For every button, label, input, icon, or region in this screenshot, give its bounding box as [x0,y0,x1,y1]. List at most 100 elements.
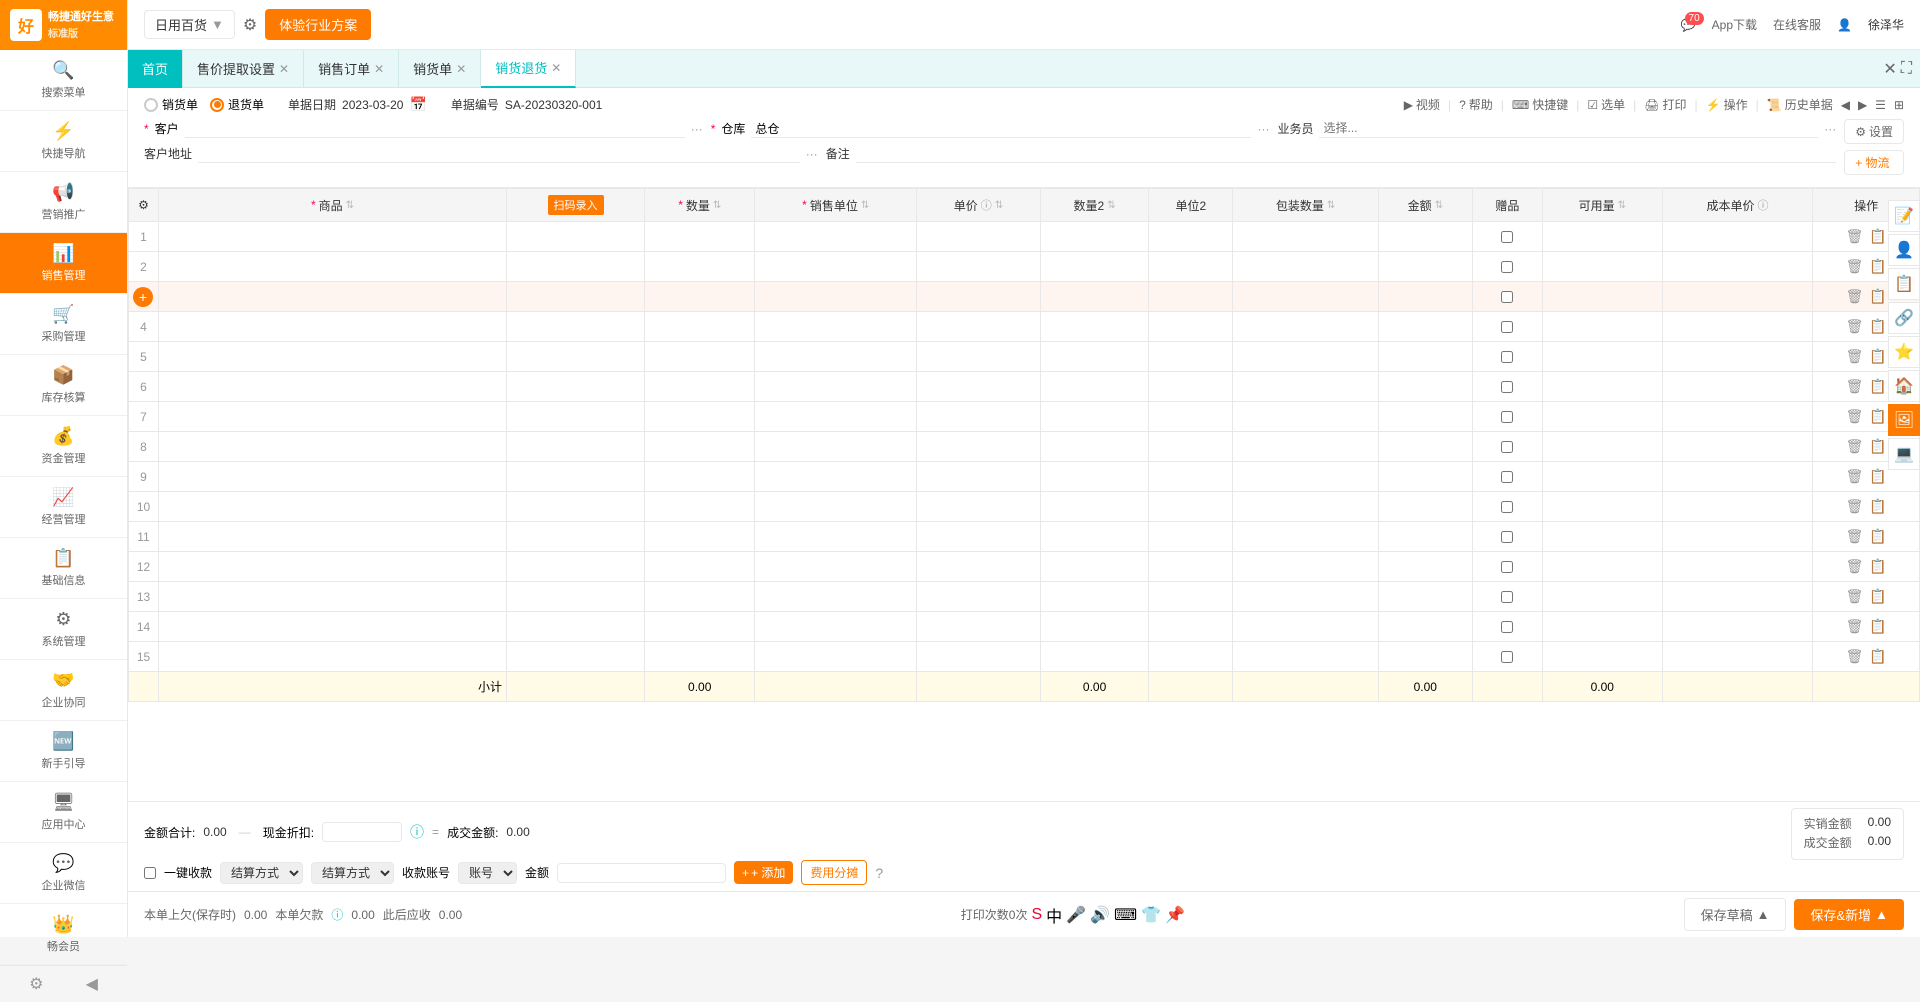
delete-row-button[interactable]: 🗑 [1846,588,1864,605]
copy-row-button[interactable]: 📋 [1869,348,1886,365]
cost-unit-price-cell[interactable] [1662,252,1813,282]
gift-checkbox[interactable] [1501,501,1513,513]
dropdown-arrow-icon[interactable]: ▲ [1757,907,1770,922]
sale-unit-cell[interactable] [755,222,916,252]
delete-row-button[interactable]: 🗑 [1846,408,1864,425]
sidebar-item-appstore[interactable]: 🖥 应用中心 [0,782,127,843]
sale-unit-cell[interactable] [755,252,916,282]
sidebar-item-purchase[interactable]: 🛒 采购管理 [0,294,127,355]
warehouse-input[interactable] [751,119,1251,138]
sidebar-item-marketing[interactable]: 📢 营销推广 [0,172,127,233]
tab-sale-order[interactable]: 销售订单 ✕ [304,50,399,88]
radio-return[interactable]: 退货单 [210,96,264,113]
account-select[interactable]: 账号 [458,862,517,884]
select-btn[interactable]: ☑ 选单 [1587,96,1625,113]
info-icon[interactable]: ⓘ [981,197,992,213]
sort-icon[interactable]: ⇅ [995,200,1003,211]
logistics-button[interactable]: + 物流 [1844,150,1904,175]
sidebar-item-inventory[interactable]: 📦 库存核算 [0,355,127,416]
gift-cell[interactable] [1472,282,1542,312]
right-panel-btn-6[interactable]: 🏠 [1888,370,1920,402]
history-btn[interactable]: 📜 历史单据 [1767,96,1833,113]
pack-qty-cell[interactable] [1233,282,1378,312]
topbar-settings-button[interactable]: ⚙ [243,15,257,35]
settings-bottom-icon[interactable]: ⚙ [29,974,43,994]
quantity2-cell[interactable] [1040,282,1148,312]
payment-amount-input[interactable] [557,863,726,883]
copy-row-button[interactable]: 📋 [1869,588,1886,605]
copy-row-button[interactable]: 📋 [1869,648,1886,665]
delete-row-button[interactable]: 🗑 [1846,468,1864,485]
gift-checkbox[interactable] [1501,591,1513,603]
notification-bell[interactable]: 💬 70 [1681,18,1696,32]
unit2-cell[interactable] [1149,252,1233,282]
copy-row-button[interactable]: 📋 [1869,228,1886,245]
unit-price-cell[interactable] [916,222,1040,252]
sort-icon[interactable]: ⇅ [1435,200,1443,211]
cost-unit-price-cell[interactable] [1662,222,1813,252]
tab-sale-invoice[interactable]: 销货单 ✕ [399,50,481,88]
delete-row-button[interactable]: 🗑 [1846,498,1864,515]
tab-close-icon[interactable]: ✕ [551,61,561,75]
sort-icon[interactable]: ⇅ [1618,200,1626,211]
pack-qty-cell[interactable] [1233,222,1378,252]
info-icon[interactable]: ⓘ [1758,197,1769,213]
sort-icon[interactable]: ⇅ [1107,200,1115,211]
gift-checkbox[interactable] [1501,231,1513,243]
right-panel-btn-5[interactable]: ⭐ [1888,336,1920,368]
copy-row-button[interactable]: 📋 [1869,618,1886,635]
amount-cell[interactable] [1378,222,1472,252]
customer-input[interactable] [185,119,685,138]
pack-qty-cell[interactable] [1233,252,1378,282]
fee-split-button[interactable]: 费用分摊 [801,860,867,885]
right-panel-btn-8[interactable]: 💻 [1888,438,1920,470]
settlement-method-select[interactable]: 结算方式 [220,862,303,884]
amount-cell[interactable] [1378,282,1472,312]
product-cell[interactable] [159,222,507,252]
sidebar-item-system[interactable]: ⚙ 系统管理 [0,599,127,660]
sidebar-item-wechat[interactable]: 💬 企业微信 [0,843,127,904]
quantity-cell[interactable] [644,252,755,282]
tool4-icon[interactable]: ⌨ [1114,905,1137,925]
delete-row-button[interactable]: 🗑 [1846,438,1864,455]
unit2-cell[interactable] [1149,282,1233,312]
sort-icon[interactable]: ⇅ [713,200,721,211]
gift-checkbox[interactable] [1501,351,1513,363]
delete-row-button[interactable]: 🗑 [1846,648,1864,665]
gift-checkbox[interactable] [1501,471,1513,483]
close-tab-icon[interactable]: ✕ [1883,59,1896,79]
delete-row-button[interactable]: 🗑 [1846,528,1864,545]
tab-close-icon[interactable]: ✕ [279,62,289,76]
tab-close-icon[interactable]: ✕ [456,62,466,76]
gift-checkbox[interactable] [1501,261,1513,273]
discount-input[interactable] [322,822,402,842]
delete-row-button[interactable]: 🗑 [1846,318,1864,335]
number-value[interactable]: SA-20230320-001 [505,98,602,112]
th-gear[interactable]: ⚙ [129,189,159,222]
user-name[interactable]: 徐泽华 [1868,16,1904,33]
sidebar-item-shortcuts[interactable]: ⚡ 快捷导航 [0,111,127,172]
sidebar-item-guide[interactable]: 🆕 新手引导 [0,721,127,782]
experience-btn[interactable]: 体验行业方案 [265,9,371,40]
shortcuts-btn[interactable]: ⌨ 快捷键 [1512,96,1568,113]
info-icon[interactable]: ⓘ [410,822,424,842]
gift-checkbox[interactable] [1501,321,1513,333]
copy-row-button[interactable]: 📋 [1869,468,1886,485]
delete-row-button[interactable]: 🗑 [1846,378,1864,395]
calculation-method-select[interactable]: 结算方式 [311,862,394,884]
tool5-icon[interactable]: 👕 [1141,905,1161,925]
delete-row-button[interactable]: 🗑 [1846,288,1864,305]
salesman-picker-icon[interactable]: ··· [1824,122,1836,136]
delete-row-button[interactable]: 🗑 [1846,558,1864,575]
sort-icon[interactable]: ⇅ [346,200,354,211]
copy-row-button[interactable]: 📋 [1869,528,1886,545]
product-cell[interactable] [159,252,507,282]
grid-view-icon[interactable]: ⊞ [1894,98,1904,112]
copy-row-button[interactable]: 📋 [1869,438,1886,455]
tab-home[interactable]: 首页 [128,50,183,88]
tool1-icon[interactable]: 中 [1046,903,1062,927]
gift-cell[interactable] [1472,252,1542,282]
tab-close-icon[interactable]: ✕ [374,62,384,76]
gift-checkbox[interactable] [1501,651,1513,663]
copy-row-button[interactable]: 📋 [1869,288,1886,305]
